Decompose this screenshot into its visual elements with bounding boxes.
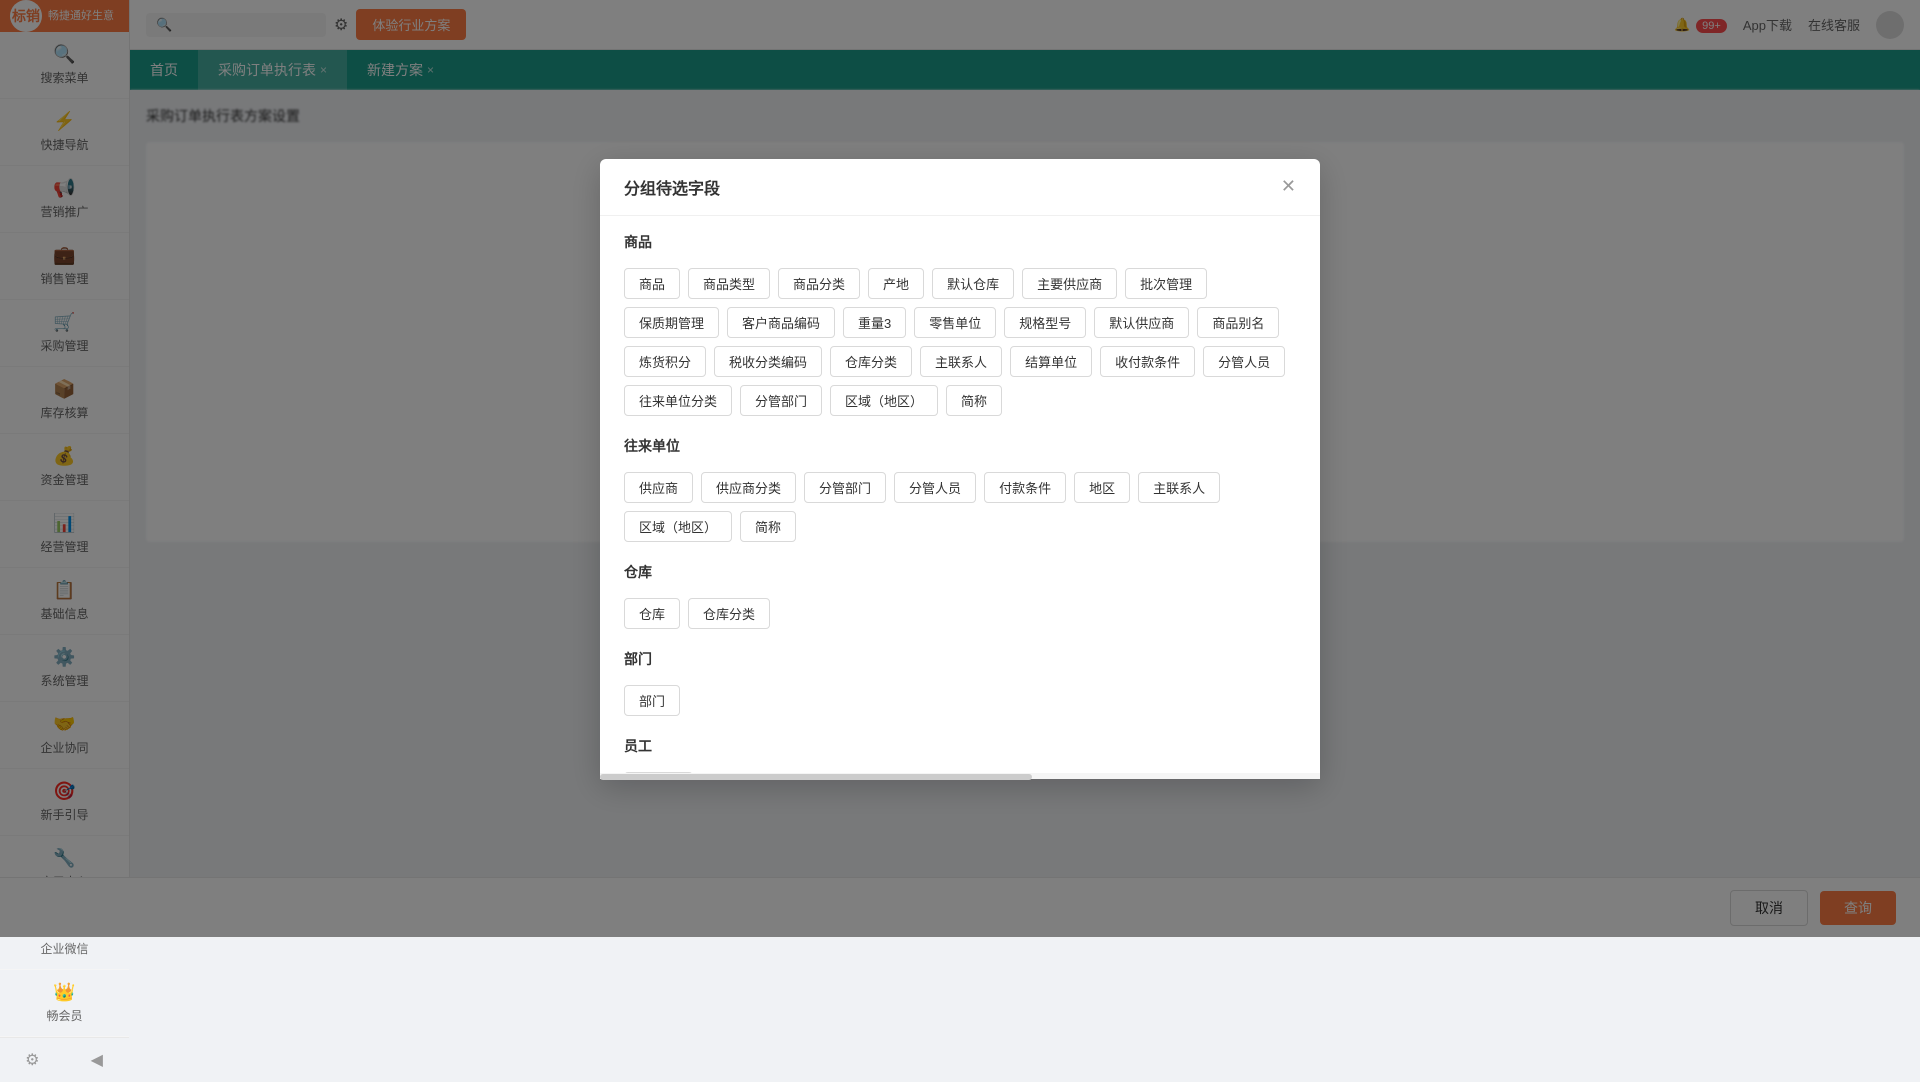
field-tag[interactable]: 默认供应商	[1094, 307, 1189, 338]
section-partner: 往来单位 供应商 供应商分类 分管部门 分管人员 付款条件 地区 主联系人 区域…	[624, 436, 1296, 542]
section-warehouse: 仓库 仓库 仓库分类	[624, 562, 1296, 629]
field-tag[interactable]: 商品	[624, 268, 680, 299]
field-tag[interactable]: 默认仓库	[932, 268, 1014, 299]
field-tag[interactable]: 主联系人	[1138, 472, 1220, 503]
field-tag[interactable]: 区域（地区）	[624, 511, 732, 542]
field-tag[interactable]: 区域（地区）	[830, 385, 938, 416]
crown-icon: 👑	[53, 982, 75, 1003]
section-employee-title: 员工	[624, 736, 1296, 760]
section-partner-title: 往来单位	[624, 436, 1296, 460]
modal-hscrollbar[interactable]	[600, 773, 1320, 779]
field-tag[interactable]: 往来单位分类	[624, 385, 732, 416]
section-department: 部门 部门	[624, 649, 1296, 716]
field-tag[interactable]: 商品别名	[1197, 307, 1279, 338]
sidebar-item-label: 企业微信	[40, 940, 88, 957]
field-tag[interactable]: 分管部门	[804, 472, 886, 503]
department-field-tags: 部门	[624, 685, 1296, 716]
section-product: 商品 商品 商品类型 商品分类 产地 默认仓库 主要供应商 批次管理 保质期管理…	[624, 232, 1296, 416]
field-tag[interactable]: 重量3	[843, 307, 906, 338]
warehouse-field-tags: 仓库 仓库分类	[624, 598, 1296, 629]
field-tag[interactable]: 供应商	[624, 472, 693, 503]
field-tag[interactable]: 地区	[1074, 472, 1130, 503]
field-tag[interactable]: 客户商品编码	[727, 307, 835, 338]
field-tag[interactable]: 供应商分类	[701, 472, 796, 503]
field-tag[interactable]: 主要供应商	[1022, 268, 1117, 299]
modal-title: 分组待选字段	[624, 175, 720, 199]
modal-hscrollbar-thumb[interactable]	[600, 774, 1032, 780]
field-tag[interactable]: 付款条件	[984, 472, 1066, 503]
modal-body[interactable]: 商品 商品 商品类型 商品分类 产地 默认仓库 主要供应商 批次管理 保质期管理…	[600, 216, 1320, 773]
field-tag[interactable]: 收付款条件	[1100, 346, 1195, 377]
field-tag[interactable]: 主联系人	[920, 346, 1002, 377]
modal-header: 分组待选字段 ✕	[600, 159, 1320, 216]
section-product-title: 商品	[624, 232, 1296, 256]
section-department-title: 部门	[624, 649, 1296, 673]
field-tag[interactable]: 分管人员	[894, 472, 976, 503]
field-tag[interactable]: 结算单位	[1010, 346, 1092, 377]
field-select-modal: 分组待选字段 ✕ 商品 商品 商品类型 商品分类 产地 默认仓库 主要供应商 批…	[600, 159, 1320, 779]
partner-field-tags: 供应商 供应商分类 分管部门 分管人员 付款条件 地区 主联系人 区域（地区） …	[624, 472, 1296, 542]
sidebar-item-member[interactable]: 👑 畅会员	[0, 970, 129, 1037]
field-tag[interactable]: 分管人员	[1203, 346, 1285, 377]
field-tag[interactable]: 商品分类	[778, 268, 860, 299]
sidebar-bottom: ⚙ ◀	[0, 1037, 129, 1082]
field-tag[interactable]: 规格型号	[1004, 307, 1086, 338]
settings-bottom-btn[interactable]: ⚙	[0, 1038, 65, 1082]
field-tag[interactable]: 简称	[946, 385, 1002, 416]
field-tag[interactable]: 仓库	[624, 598, 680, 629]
sidebar-item-label: 畅会员	[46, 1007, 82, 1024]
field-tag[interactable]: 保质期管理	[624, 307, 719, 338]
field-tag[interactable]: 部门	[624, 685, 680, 716]
field-tag[interactable]: 分管部门	[740, 385, 822, 416]
section-warehouse-title: 仓库	[624, 562, 1296, 586]
product-field-tags: 商品 商品类型 商品分类 产地 默认仓库 主要供应商 批次管理 保质期管理 客户…	[624, 268, 1296, 416]
field-tag[interactable]: 产地	[868, 268, 924, 299]
field-tag[interactable]: 炼货积分	[624, 346, 706, 377]
modal-overlay: 分组待选字段 ✕ 商品 商品 商品类型 商品分类 产地 默认仓库 主要供应商 批…	[0, 0, 1920, 937]
field-tag[interactable]: 税收分类编码	[714, 346, 822, 377]
field-tag[interactable]: 简称	[740, 511, 796, 542]
field-tag[interactable]: 商品类型	[688, 268, 770, 299]
section-employee: 员工 业务员	[624, 736, 1296, 773]
collapse-btn[interactable]: ◀	[65, 1038, 130, 1082]
field-tag[interactable]: 仓库分类	[830, 346, 912, 377]
field-tag[interactable]: 仓库分类	[688, 598, 770, 629]
modal-close-btn[interactable]: ✕	[1281, 176, 1296, 197]
field-tag[interactable]: 批次管理	[1125, 268, 1207, 299]
field-tag[interactable]: 零售单位	[914, 307, 996, 338]
